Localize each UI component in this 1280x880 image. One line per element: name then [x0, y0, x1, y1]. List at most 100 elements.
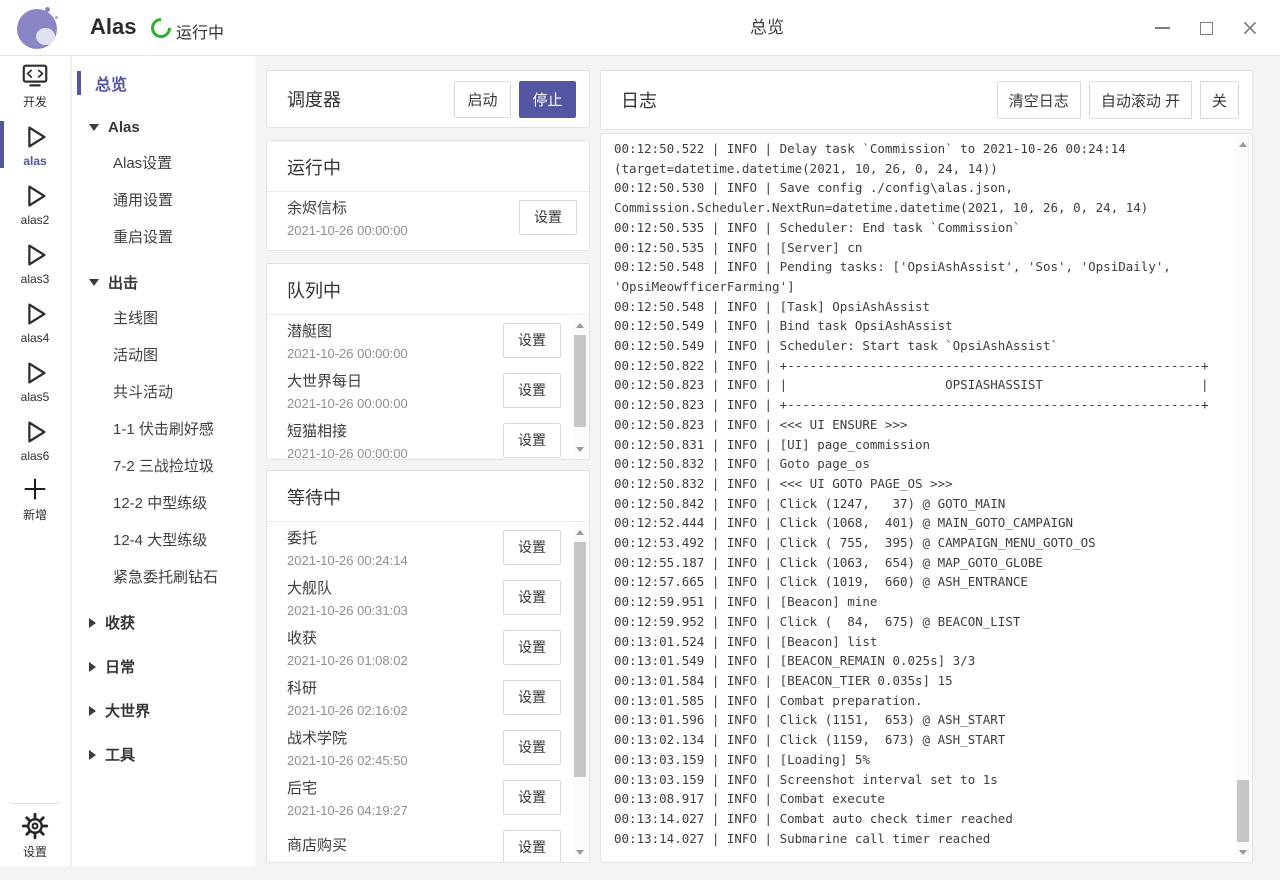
menu-item[interactable]: 12-4 大型练级 — [72, 521, 255, 558]
autoscroll-off-button[interactable]: 关 — [1200, 81, 1239, 119]
scroll-down-icon[interactable] — [573, 441, 587, 457]
menu-group-attack[interactable]: 出击 — [72, 266, 255, 299]
rail-item-alas2[interactable]: alas2 — [0, 174, 70, 233]
window-controls — [1146, 0, 1266, 56]
log-panel-header: 日志 清空日志 自动滚动 开 关 — [600, 70, 1253, 130]
menu-group-tool[interactable]: 工具 — [72, 738, 255, 771]
menu-item[interactable]: 主线图 — [72, 299, 255, 336]
menu-item[interactable]: 通用设置 — [72, 181, 255, 218]
scroll-up-icon[interactable] — [573, 524, 587, 540]
rail-item-label: alas2 — [21, 213, 50, 227]
scroll-up-icon[interactable] — [573, 317, 587, 333]
task-name: 潜艇图 — [287, 320, 503, 341]
waiting-scrollbar[interactable] — [573, 524, 587, 860]
scrollbar-thumb[interactable] — [1237, 780, 1249, 842]
log-line: 00:12:50.822 | INFO | +-----------------… — [614, 356, 1222, 376]
rail-item-alas[interactable]: alas — [0, 115, 70, 174]
pending-panel: 队列中 潜艇图 2021-10-26 00:00:00 设置 — [266, 263, 590, 460]
menu-group-alas-items: Alas设置通用设置重启设置 — [72, 144, 255, 255]
menu-group-label: 工具 — [105, 744, 135, 765]
scrollbar-thumb[interactable] — [574, 335, 586, 427]
rail-item-alas6[interactable]: alas6 — [0, 410, 70, 469]
task-row: 委托 2021-10-26 00:24:14 设置 — [267, 522, 589, 572]
menu-item[interactable]: 1-1 伏击刷好感 — [72, 410, 255, 447]
scroll-down-icon[interactable] — [573, 844, 587, 860]
chevron-right-icon — [89, 618, 96, 628]
minimize-icon — [1155, 27, 1170, 29]
menu-item[interactable]: 活动图 — [72, 336, 255, 373]
chevron-right-icon — [89, 750, 96, 760]
start-button[interactable]: 启动 — [454, 81, 511, 118]
waiting-task-list: 委托 2021-10-26 00:24:14 设置 大舰队 2021-10-26… — [267, 522, 589, 862]
running-title: 运行中 — [267, 141, 589, 191]
minimize-button[interactable] — [1146, 12, 1178, 44]
menu-item[interactable]: 重启设置 — [72, 218, 255, 255]
menu-item[interactable]: Alas设置 — [72, 144, 255, 181]
task-settings-button[interactable]: 设置 — [503, 530, 561, 565]
scroll-down-icon[interactable] — [1236, 844, 1250, 860]
rail-item-settings[interactable]: 设置 — [0, 804, 70, 866]
rail-item-dev[interactable]: 开发 — [0, 56, 70, 115]
rail-item-add[interactable]: 新增 — [0, 469, 70, 528]
pending-scrollbar[interactable] — [573, 317, 587, 457]
menu-item[interactable]: 12-2 中型练级 — [72, 484, 255, 521]
task-next-run-time: 2021-10-26 00:24:14 — [287, 553, 503, 568]
log-line: 00:13:03.159 | INFO | Screenshot interva… — [614, 770, 1222, 790]
rail-item-alas4[interactable]: alas4 — [0, 292, 70, 351]
scheduler-title: 调度器 — [287, 86, 341, 112]
menu-item-overview[interactable]: 总览 — [72, 66, 255, 100]
menu-group-daily[interactable]: 日常 — [72, 650, 255, 683]
task-settings-button[interactable]: 设置 — [503, 580, 561, 615]
clear-log-button[interactable]: 清空日志 — [997, 81, 1081, 119]
close-icon — [1242, 20, 1258, 36]
task-settings-button[interactable]: 设置 — [503, 323, 561, 358]
task-settings-button[interactable]: 设置 — [503, 730, 561, 765]
task-settings-button[interactable]: 设置 — [503, 373, 561, 408]
rail-item-alas3[interactable]: alas3 — [0, 233, 70, 292]
log-line: 00:12:50.823 | INFO | <<< UI ENSURE >>> — [614, 415, 1222, 435]
close-button[interactable] — [1234, 12, 1266, 44]
autoscroll-on-button[interactable]: 自动滚动 开 — [1089, 81, 1192, 119]
log-line: 00:12:50.823 | INFO | | OPSIASHASSIST | — [614, 375, 1222, 395]
menu-item[interactable]: 共斗活动 — [72, 373, 255, 410]
task-settings-button[interactable]: 设置 — [519, 200, 577, 235]
log-line: 00:12:50.832 | INFO | <<< UI GOTO PAGE_O… — [614, 474, 1222, 494]
menu-item[interactable]: 紧急委托刷钻石 — [72, 558, 255, 595]
log-scrollbar[interactable] — [1236, 136, 1250, 860]
maximize-button[interactable] — [1190, 12, 1222, 44]
task-next-run-time: 2021-10-26 04:19:27 — [287, 803, 503, 818]
chevron-down-icon — [89, 279, 99, 286]
task-settings-button[interactable]: 设置 — [503, 630, 561, 665]
menu-group-opsi[interactable]: 大世界 — [72, 694, 255, 727]
task-settings-button[interactable]: 设置 — [503, 680, 561, 715]
task-name: 收获 — [287, 627, 503, 648]
menu-group-alas[interactable]: Alas — [72, 111, 255, 144]
task-name: 战术学院 — [287, 727, 503, 748]
task-settings-button[interactable]: 设置 — [503, 830, 561, 863]
task-row: 收获 2021-10-26 01:08:02 设置 — [267, 622, 589, 672]
chevron-right-icon — [89, 706, 96, 716]
log-line: 00:12:50.522 | INFO | Delay task `Commis… — [614, 139, 1222, 178]
menu-item[interactable]: 7-2 三战捡垃圾 — [72, 447, 255, 484]
log-output[interactable]: 00:12:50.522 | INFO | Delay task `Commis… — [600, 133, 1253, 863]
menu-group-label: 收获 — [105, 612, 135, 633]
task-name: 大世界每日 — [287, 370, 503, 391]
menu-group-reward[interactable]: 收获 — [72, 606, 255, 639]
task-settings-button[interactable]: 设置 — [503, 780, 561, 815]
task-settings-button[interactable]: 设置 — [503, 423, 561, 458]
menu-group-label: 出击 — [108, 272, 138, 293]
task-row: 后宅 2021-10-26 04:19:27 设置 — [267, 772, 589, 822]
task-name: 短猫相接 — [287, 420, 503, 441]
active-indicator — [77, 71, 81, 95]
scrollbar-thumb[interactable] — [574, 542, 586, 777]
pending-title: 队列中 — [267, 264, 589, 314]
log-line: 00:12:50.535 | INFO | Scheduler: End tas… — [614, 218, 1222, 238]
running-spinner-icon — [147, 14, 175, 42]
log-line: 00:12:50.530 | INFO | Save config ./conf… — [614, 178, 1222, 217]
log-line: 00:12:50.549 | INFO | Bind task OpsiAshA… — [614, 316, 1222, 336]
scroll-up-icon[interactable] — [1236, 136, 1250, 152]
menu-item-label: 总览 — [95, 71, 127, 95]
stop-button[interactable]: 停止 — [519, 81, 576, 118]
waiting-panel: 等待中 委托 2021-10-26 00:24:14 设置 — [266, 470, 590, 863]
rail-item-alas5[interactable]: alas5 — [0, 351, 70, 410]
